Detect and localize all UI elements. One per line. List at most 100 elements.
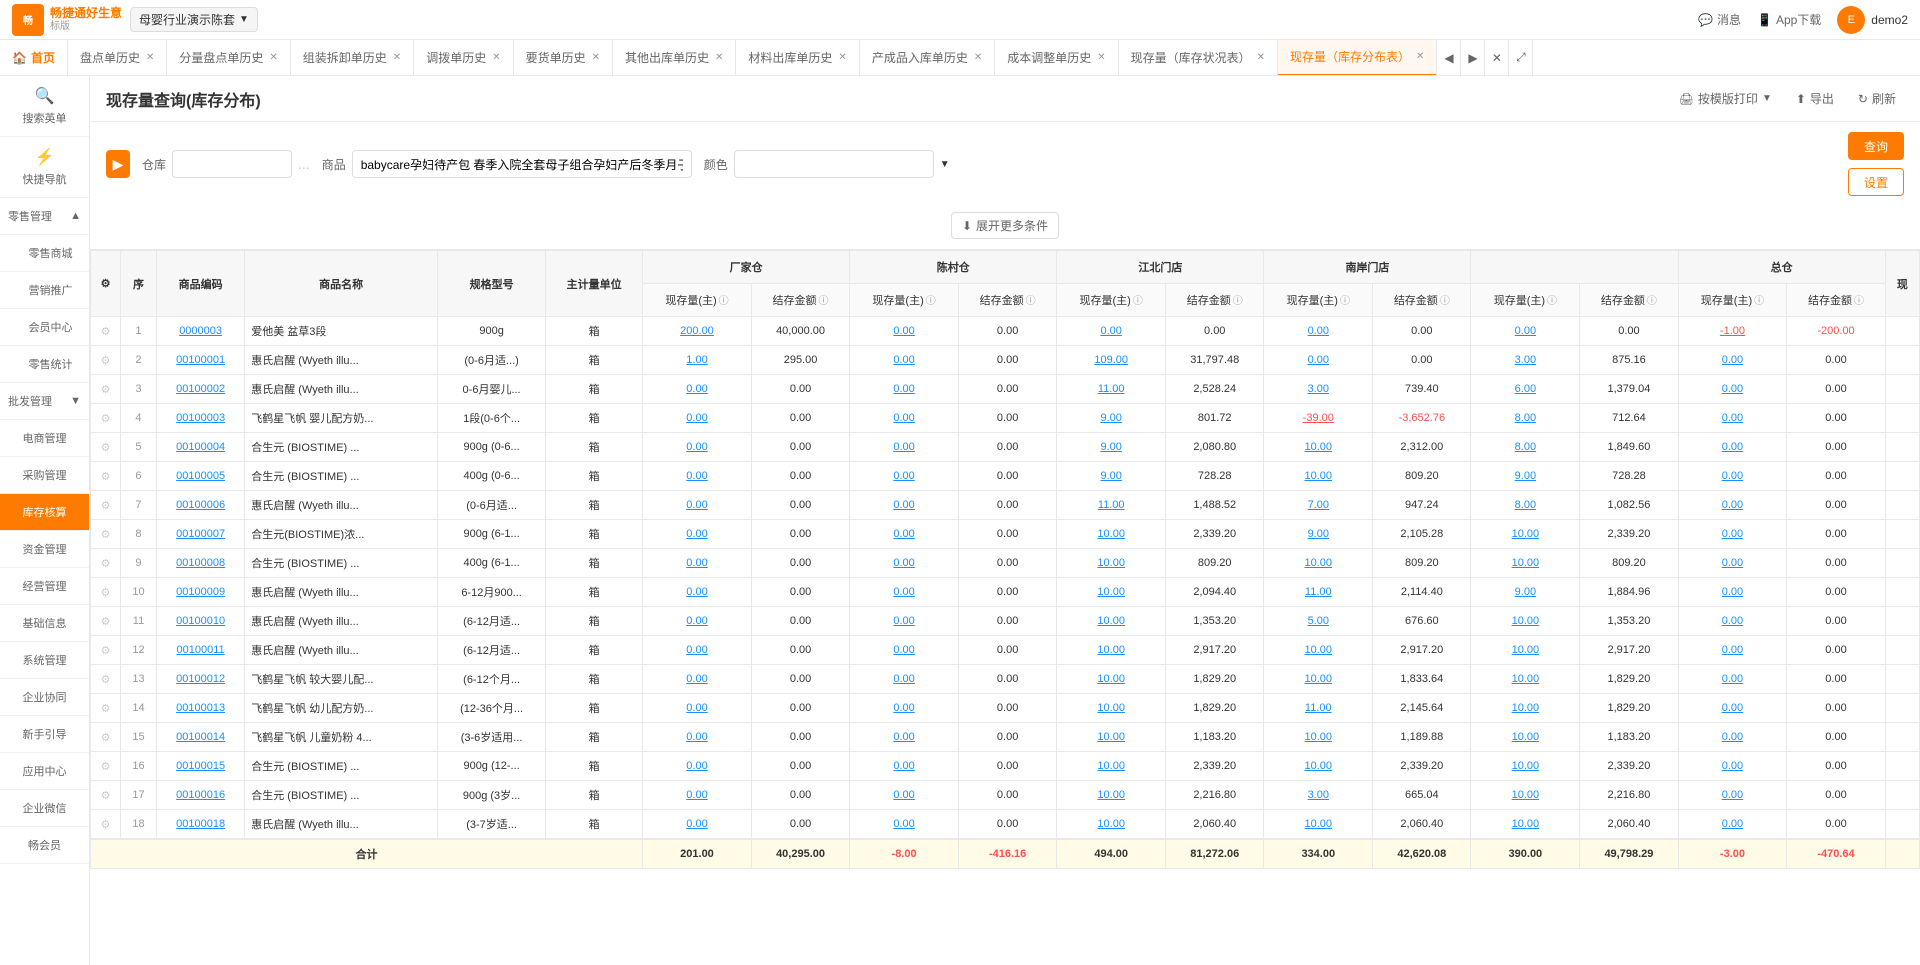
cell-chen-stock: 0.00 — [850, 694, 959, 723]
sidebar-item-retail[interactable]: 零售管理 ▲ — [0, 198, 89, 235]
tab-close-all-btn[interactable]: ✕ — [1485, 40, 1509, 76]
cell-gear[interactable]: ⚙ — [91, 607, 121, 636]
tab-close-costadjust[interactable]: ✕ — [1097, 52, 1105, 63]
messages-btn[interactable]: 💬 消息 — [1698, 11, 1741, 28]
app-download-btn[interactable]: 📱 App下载 — [1757, 11, 1821, 28]
filter-toggle-btn[interactable]: ▶ — [106, 150, 130, 178]
refresh-btn[interactable]: ↻ 刷新 — [1850, 86, 1904, 111]
tab-costadjust[interactable]: 成本调整单历史 ✕ — [995, 40, 1118, 76]
tab-splitstock[interactable]: 分量盘点单历史 ✕ — [167, 40, 290, 76]
cell-name: 惠氏启醒 (Wyeth illu... — [245, 810, 438, 840]
sidebar-item-ecommerce[interactable]: 电商管理 — [0, 420, 89, 457]
tab-currentstockdist[interactable]: 现存量（库存分布表） ✕ — [1278, 40, 1437, 76]
cell-gear[interactable]: ⚙ — [91, 520, 121, 549]
cell-gear[interactable]: ⚙ — [91, 317, 121, 346]
cell-jiangbei-stock: 10.00 — [1057, 810, 1166, 840]
sidebar-item-basic[interactable]: 基础信息 — [0, 605, 89, 642]
user-area[interactable]: E demo2 — [1837, 6, 1908, 34]
tab-close-assembledisassemble[interactable]: ✕ — [393, 52, 401, 63]
cell-jiangbei-stock: 0.00 — [1057, 317, 1166, 346]
settings-btn[interactable]: 设置 — [1848, 168, 1904, 196]
tab-stockcheck[interactable]: 盘点单历史 ✕ — [68, 40, 167, 76]
tab-close-materialout[interactable]: ✕ — [838, 52, 846, 63]
cell-factory-amount: 0.00 — [751, 404, 849, 433]
cell-gear[interactable]: ⚙ — [91, 752, 121, 781]
tab-next-btn[interactable]: ▶ — [1461, 40, 1485, 76]
sidebar-item-onboarding[interactable]: 新手引导 — [0, 716, 89, 753]
cell-gear[interactable]: ⚙ — [91, 578, 121, 607]
sum-chen-amount: -416.16 — [958, 839, 1056, 869]
cell-gear[interactable]: ⚙ — [91, 549, 121, 578]
tab-close-currentstockstatus[interactable]: ✕ — [1257, 52, 1265, 63]
tab-productionin[interactable]: 产成品入库单历史 ✕ — [860, 40, 995, 76]
tab-home[interactable]: 🏠 首页 — [0, 40, 68, 76]
color-input[interactable] — [734, 150, 934, 178]
cell-yuebei-stock: 10.00 — [1471, 665, 1580, 694]
tab-transferhistory[interactable]: 调拨单历史 ✕ — [414, 40, 513, 76]
tab-materialout[interactable]: 材料出库单历史 ✕ — [736, 40, 859, 76]
cell-gear[interactable]: ⚙ — [91, 781, 121, 810]
sidebar-item-operations[interactable]: 经营管理 — [0, 568, 89, 605]
cell-nanan-amount: 0.00 — [1373, 346, 1471, 375]
sidebar-item-appcenter[interactable]: 应用中心 — [0, 753, 89, 790]
print-btn[interactable]: 🖨 按模版打印 ▼ — [1671, 86, 1780, 111]
table-container[interactable]: ⚙ 序 商品编码 商品名称 规格型号 主计量单位 厂家仓 陈村仓 江北门店 南岸… — [90, 250, 1920, 965]
sidebar-item-marketing[interactable]: 营销推广 — [0, 272, 89, 309]
sidebar-item-quicknav[interactable]: ⚡ 快捷导航 — [0, 137, 89, 198]
cell-nanan-amount: 1,189.88 — [1373, 723, 1471, 752]
sidebar-item-inventory[interactable]: 库存核算 — [0, 494, 89, 531]
sidebar-item-search[interactable]: 🔍 搜索英单 — [0, 76, 89, 137]
goods-input[interactable] — [352, 150, 692, 178]
tab-currentstockstatus[interactable]: 现存量（库存状况表） ✕ — [1119, 40, 1278, 76]
cell-total-stock: 0.00 — [1678, 723, 1787, 752]
table-row: ⚙ 11 00100010 惠氏启醒 (Wyeth illu... (6-12月… — [91, 607, 1920, 636]
sidebar-item-wholesale[interactable]: 批发管理 ▼ — [0, 383, 89, 420]
warehouse-input[interactable] — [172, 150, 292, 178]
tab-close-requesthistory[interactable]: ✕ — [592, 52, 600, 63]
tab-close-transferhistory[interactable]: ✕ — [492, 52, 500, 63]
cell-gear[interactable]: ⚙ — [91, 462, 121, 491]
export-btn[interactable]: ⬆ 导出 — [1788, 86, 1842, 111]
sidebar-item-retail-mall[interactable]: 零售商城 — [0, 235, 89, 272]
tab-close-productionin[interactable]: ✕ — [974, 52, 982, 63]
tab-close-currentstockdist[interactable]: ✕ — [1416, 51, 1424, 62]
sidebar-item-finance[interactable]: 资金管理 — [0, 531, 89, 568]
tab-expand-btn[interactable]: ⤢ — [1509, 40, 1533, 76]
th-settings[interactable]: ⚙ — [91, 251, 121, 317]
cell-name: 飞鹤星飞帆 较大婴儿配... — [245, 665, 438, 694]
cell-gear[interactable]: ⚙ — [91, 665, 121, 694]
cell-jiangbei-amount: 2,094.40 — [1166, 578, 1264, 607]
cell-gear[interactable]: ⚙ — [91, 491, 121, 520]
cell-gear[interactable]: ⚙ — [91, 433, 121, 462]
sidebar-item-purchase[interactable]: 采购管理 — [0, 457, 89, 494]
cell-gear[interactable]: ⚙ — [91, 375, 121, 404]
cell-total-stock: 0.00 — [1678, 752, 1787, 781]
industry-selector[interactable]: 母婴行业演示陈套 ▼ — [130, 7, 258, 32]
tab-assembledisassemble[interactable]: 组装拆卸单历史 ✕ — [291, 40, 414, 76]
cell-gear[interactable]: ⚙ — [91, 810, 121, 840]
query-btn[interactable]: 查询 — [1848, 132, 1904, 160]
tab-otherout[interactable]: 其他出库单历史 ✕ — [613, 40, 736, 76]
tab-requesthistory[interactable]: 要货单历史 ✕ — [514, 40, 613, 76]
expand-more-btn[interactable]: ⬇ 展开更多条件 — [951, 212, 1059, 239]
cell-gear[interactable]: ⚙ — [91, 694, 121, 723]
sidebar-item-enterprise[interactable]: 企业协同 — [0, 679, 89, 716]
th-yuebei-stock: 现存量(主)ⓘ — [1471, 284, 1580, 317]
sidebar-item-wechat[interactable]: 企业微信 — [0, 790, 89, 827]
tab-close-splitstock[interactable]: ✕ — [269, 52, 277, 63]
tab-close-stockcheck[interactable]: ✕ — [146, 52, 154, 63]
cell-gear[interactable]: ⚙ — [91, 636, 121, 665]
brand-subtitle: 标版 — [50, 21, 122, 33]
sidebar-item-members[interactable]: 畅会员 — [0, 827, 89, 864]
cell-code: 00100001 — [156, 346, 244, 375]
tab-close-otherout[interactable]: ✕ — [715, 52, 723, 63]
sidebar-item-membership[interactable]: 会员中心 — [0, 309, 89, 346]
sidebar-item-retail-stats[interactable]: 零售统计 — [0, 346, 89, 383]
page-header: 现存量查询(库存分布) 🖨 按模版打印 ▼ ⬆ 导出 ↻ 刷新 — [90, 76, 1920, 122]
sidebar-item-system[interactable]: 系统管理 — [0, 642, 89, 679]
cell-gear[interactable]: ⚙ — [91, 346, 121, 375]
cell-code: 00100007 — [156, 520, 244, 549]
tab-prev-btn[interactable]: ◀ — [1437, 40, 1461, 76]
cell-gear[interactable]: ⚙ — [91, 404, 121, 433]
cell-gear[interactable]: ⚙ — [91, 723, 121, 752]
